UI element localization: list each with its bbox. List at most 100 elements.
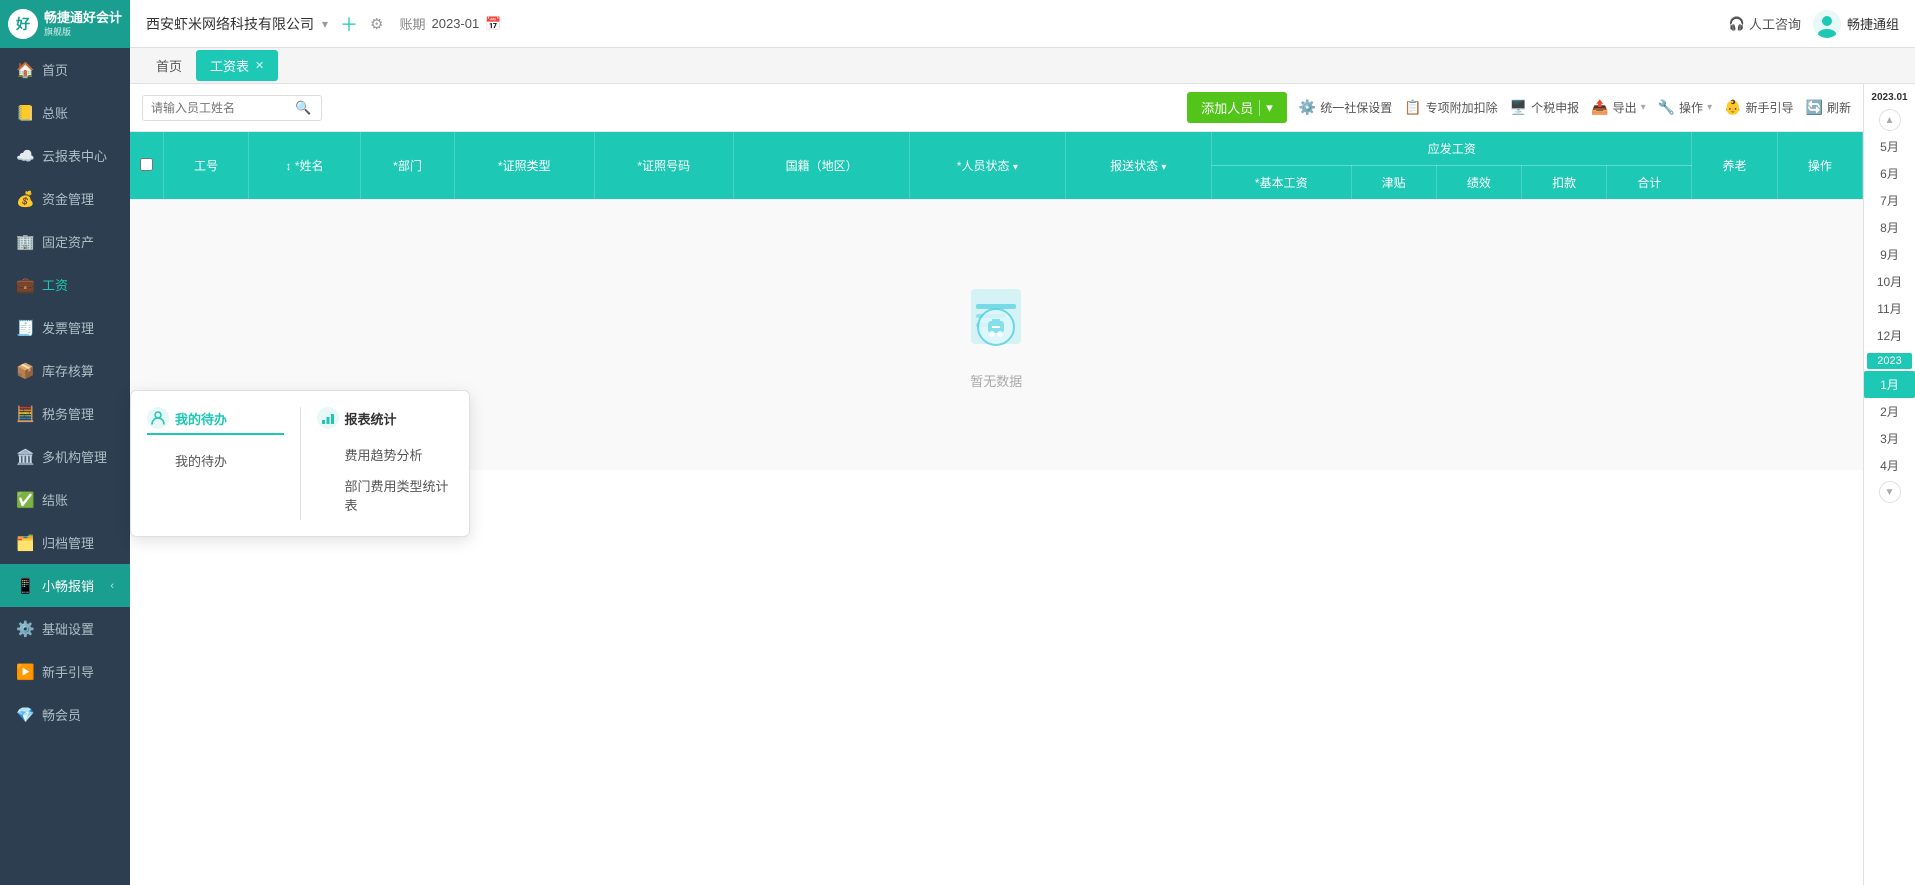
special-deduct-action[interactable]: 📋 专项附加扣除 [1404,99,1497,116]
col-group-wage-header: 应发工资 [1212,132,1692,166]
period-label: 账期 [399,14,425,33]
tab-home[interactable]: 首页 [142,50,196,81]
sidebar-item-archive[interactable]: 🗂️ 归档管理 [0,521,130,564]
tax-report-action[interactable]: 🖥️ 个税申报 [1510,99,1579,116]
support-label: 人工咨询 [1749,14,1801,33]
date-item-8[interactable]: 8月 [1864,214,1915,241]
export-label: 导出 [1613,99,1637,116]
new-guide-action[interactable]: 👶 新手引导 [1724,99,1793,116]
sidebar-item-label: 小畅报销 [42,576,94,595]
archive-icon: 🗂️ [16,534,34,552]
new-guide-label: 新手引导 [1746,99,1794,116]
sidebar-item-xiao-chang[interactable]: 📱 小畅报销 ‹ [0,564,130,607]
popup-sections: 我的待办 我的待办 报表统计 费用趋势分析 部门费 [147,407,453,520]
checkbox-header[interactable] [130,132,164,199]
sidebar-item-label: 归档管理 [42,533,94,552]
company-name: 西安虾米网络科技有限公司 [146,14,314,34]
operations-label: 操作 [1679,99,1703,116]
popup-item-dept-expense[interactable]: 部门费用类型统计表 [317,470,454,520]
date-item-9[interactable]: 9月 [1864,241,1915,268]
tab-salary-label: 工资表 [210,56,249,75]
sidebar-item-invoice[interactable]: 🧾 发票管理 [0,306,130,349]
col-deduct-header: 扣款 [1521,166,1606,200]
operations-action[interactable]: 🔧 操作 ▾ [1658,99,1712,116]
sidebar-item-inventory[interactable]: 📦 库存核算 [0,349,130,392]
sidebar-item-label: 库存核算 [42,361,94,380]
sidebar-item-label: 基础设置 [42,619,94,638]
add-person-dropdown-icon[interactable]: ▾ [1259,100,1273,116]
popup-section-1: 我的待办 我的待办 [147,407,284,520]
popup-item-my-todo[interactable]: 我的待办 [147,445,284,476]
sidebar-item-label: 工资 [42,275,68,294]
date-item-11[interactable]: 11月 [1864,295,1915,322]
year-badge: 2023 [1867,353,1913,369]
sidebar-item-tax[interactable]: 🧮 税务管理 [0,392,130,435]
calendar-icon[interactable]: 📅 [485,16,501,32]
special-deduct-label: 专项附加扣除 [1426,99,1498,116]
col-base-salary-header: *基本工资 [1212,166,1352,200]
user-menu[interactable]: 畅捷通组 [1813,10,1899,38]
search-input[interactable] [151,101,291,115]
sidebar-item-ledger[interactable]: 📒 总账 [0,91,130,134]
date-item-6[interactable]: 6月 [1864,160,1915,187]
date-item-2[interactable]: 2月 [1864,398,1915,425]
popup-section-2-title: 报表统计 [345,409,397,428]
period-value: 2023-01 [432,16,480,31]
sidebar-item-label: 畅会员 [42,705,81,724]
col-pension-header: 养老 [1692,132,1777,199]
social-security-action[interactable]: ⚙️ 统一社保设置 [1299,99,1392,116]
member-icon: 💎 [16,706,34,724]
col-performance-header: 绩效 [1436,166,1521,200]
sidebar-item-salary[interactable]: 💼 工资 [0,263,130,306]
basic-icon: ⚙️ [16,620,34,638]
company-dropdown-icon[interactable]: ▾ [322,17,328,31]
sidebar-item-accounting[interactable]: ✅ 结账 [0,478,130,521]
no-data-icon [956,279,1036,359]
date-item-3[interactable]: 3月 [1864,425,1915,452]
popup-section-1-icon [147,407,169,429]
date-sidebar: 2023.01 ▲ 5月 6月 7月 8月 9月 10月 11月 12月 202… [1863,84,1915,885]
social-security-label: 统一社保设置 [1320,99,1392,116]
col-report-status-header: 报送状态 ▾ [1065,132,1212,199]
tax-report-label: 个税申报 [1531,99,1579,116]
col-idtype-header: *证照类型 [455,132,595,199]
sidebar-item-basic[interactable]: ⚙️ 基础设置 [0,607,130,650]
add-person-button[interactable]: 添加人员 ▾ [1187,92,1287,123]
sidebar-item-home[interactable]: 🏠 首页 [0,48,130,91]
collapse-arrow: ‹ [110,580,114,592]
header: 西安虾米网络科技有限公司 ▾ ＋ ⚙ 账期 2023-01 📅 🎧 人工咨询 [130,0,1915,48]
date-item-5[interactable]: 5月 [1864,133,1915,160]
date-nav-up[interactable]: ▲ [1879,109,1901,131]
date-item-1[interactable]: 1月 [1864,371,1915,398]
refresh-action[interactable]: 🔄 刷新 [1806,99,1851,116]
settings-icon[interactable]: ⚙ [370,15,383,33]
sidebar-item-fund[interactable]: 💰 资金管理 [0,177,130,220]
date-item-12[interactable]: 12月 [1864,322,1915,349]
sidebar-item-fixed-asset[interactable]: 🏢 固定资产 [0,220,130,263]
date-nav-down[interactable]: ▼ [1879,481,1901,503]
tab-salary[interactable]: 工资表 ✕ [196,50,278,81]
date-item-4[interactable]: 4月 [1864,452,1915,479]
sidebar-item-cloud-report[interactable]: ☁️ 云报表中心 [0,134,130,177]
user-name: 畅捷通组 [1847,14,1899,33]
app-sub: 旗舰版 [44,25,122,38]
sidebar-item-multi-org[interactable]: 🏛️ 多机构管理 [0,435,130,478]
col-number-header: 工号 [164,132,249,199]
toolbar-right: 添加人员 ▾ ⚙️ 统一社保设置 📋 专项附加扣除 🖥️ 个税申报 [1187,92,1851,123]
tab-close-icon[interactable]: ✕ [255,59,264,72]
date-item-10[interactable]: 10月 [1864,268,1915,295]
popup-item-expense-trend[interactable]: 费用趋势分析 [317,439,454,470]
export-action[interactable]: 📤 导出 ▾ [1591,99,1645,116]
popup-section-1-title: 我的待办 [175,409,227,428]
tab-home-label: 首页 [156,56,182,75]
social-security-icon: ⚙️ [1299,99,1316,116]
sidebar-item-label: 多机构管理 [42,447,107,466]
sidebar-item-label: 发票管理 [42,318,94,337]
support-button[interactable]: 🎧 人工咨询 [1729,14,1801,33]
sidebar-item-member[interactable]: 💎 畅会员 [0,693,130,736]
add-company-button[interactable]: ＋ [340,11,358,37]
date-item-7[interactable]: 7月 [1864,187,1915,214]
select-all-checkbox[interactable] [140,158,153,171]
col-allowance-header: 津贴 [1351,166,1436,200]
sidebar-item-guide[interactable]: ▶️ 新手引导 [0,650,130,693]
